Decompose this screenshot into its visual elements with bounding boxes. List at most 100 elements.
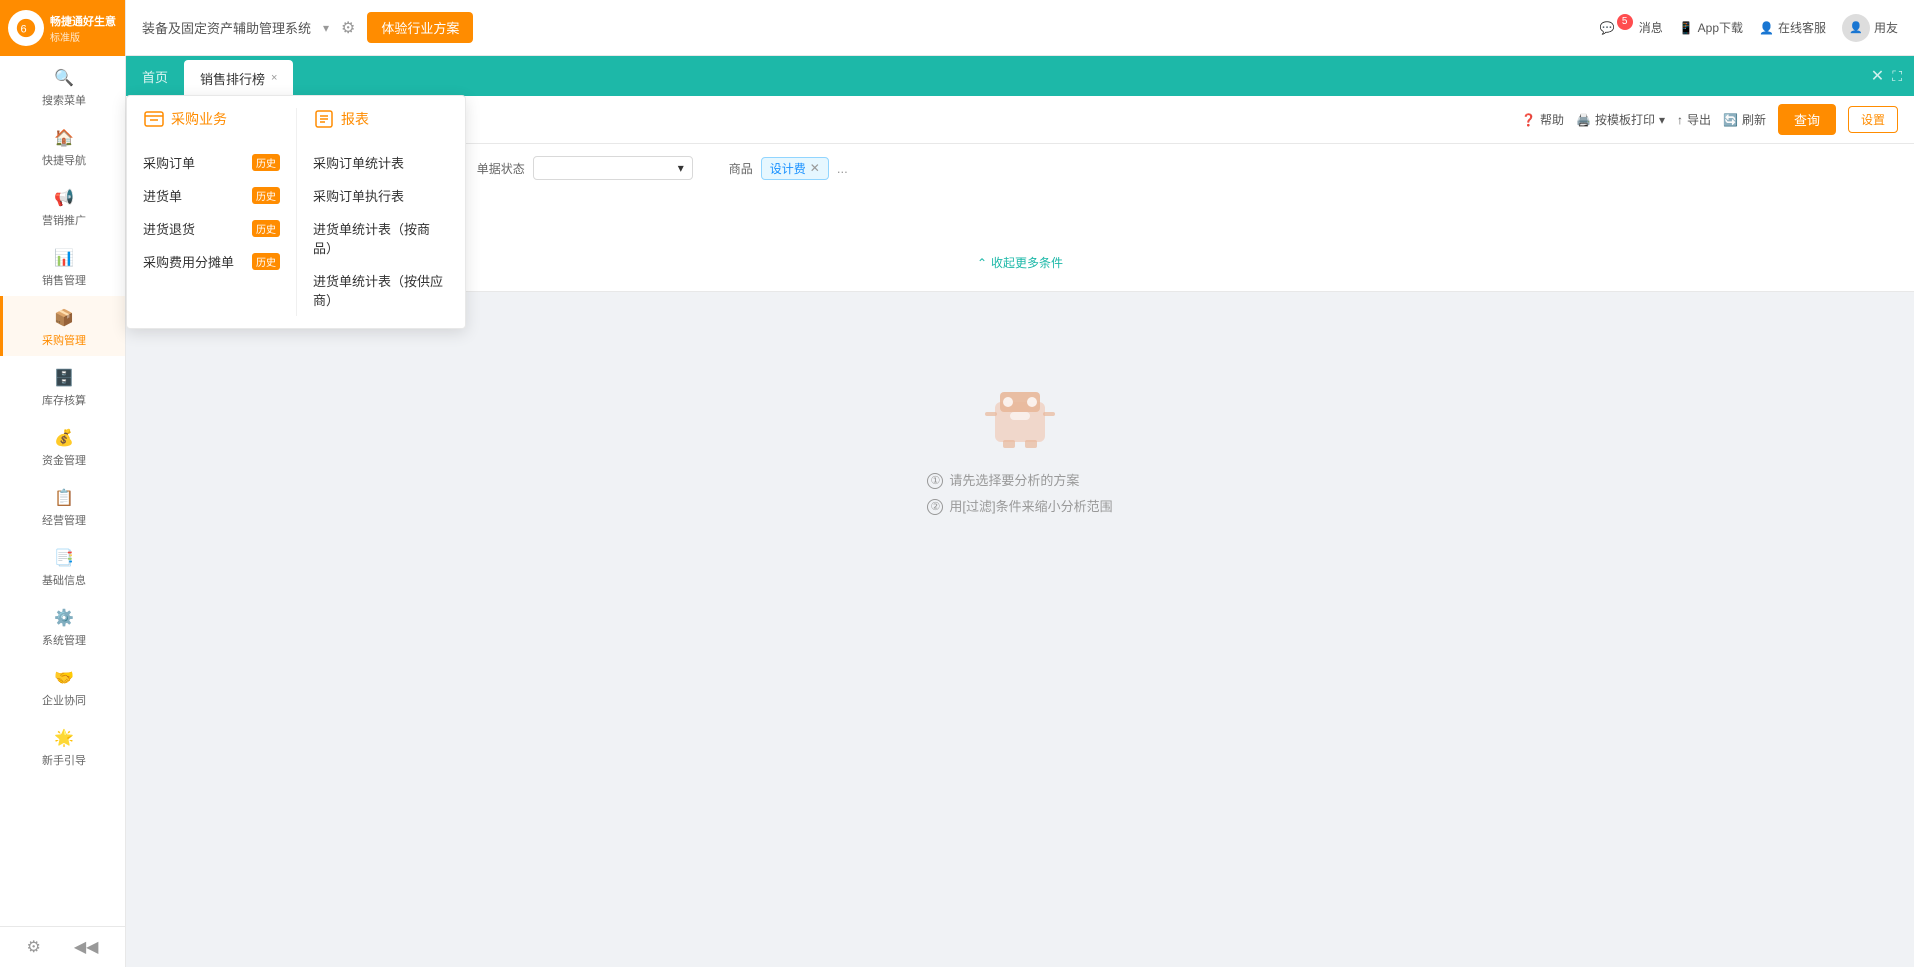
tab-expand-btn[interactable]: ⛶ (1892, 68, 1902, 85)
message-badge: 5 (1617, 14, 1633, 30)
print-dropdown-icon[interactable]: ▾ (1659, 113, 1665, 127)
export-btn[interactable]: ↑ 导出 (1677, 111, 1711, 128)
tabbar: 首页 销售排行榜 × ✕ ⛶ (126, 56, 1914, 96)
finance-icon: 💰 (54, 428, 74, 448)
collapse-icon: ⌃ (977, 256, 987, 270)
purchase-section-icon (143, 108, 165, 130)
system-dropdown-arrow[interactable]: ▾ (323, 21, 329, 35)
menu-item-purchase-return[interactable]: 进货退货 历史 (143, 212, 280, 245)
purchase-icon: 📦 (54, 308, 74, 328)
sales-icon: 📊 (54, 248, 74, 268)
purchase-section: 采购业务 采购订单 历史 进货单 历史 进货退货 历史 采购费用分摊单 历史 (127, 108, 296, 316)
collapse-sidebar-btn[interactable]: ◀◀ (74, 937, 99, 957)
report-section-header: 报表 (313, 108, 449, 136)
empty-illustration (970, 372, 1070, 452)
menu-item-receipt-stats-goods[interactable]: 进货单统计表（按商品） (313, 212, 449, 264)
doc-status-filter: 单据状态 ▾ (477, 156, 693, 180)
sidebar: 6 畅捷通好生意 标准版 🔍 搜索菜单 🏠 快捷导航 📢 营销推广 📊 (0, 0, 126, 967)
sidebar-item-enterprise[interactable]: 🤝 企业协同 (0, 656, 125, 716)
report-section-title: 报表 (341, 109, 369, 129)
purchase-dropdown-menu: 采购业务 采购订单 历史 进货单 历史 进货退货 历史 采购费用分摊单 历史 (126, 95, 466, 329)
operations-icon: 📋 (54, 488, 74, 508)
help-icon: ❓ (1521, 113, 1536, 127)
sidebar-item-purchase[interactable]: 📦 采购管理 (0, 296, 125, 356)
sidebar-item-search[interactable]: 🔍 搜索菜单 (0, 56, 125, 116)
message-icon: 💬 (1600, 21, 1615, 35)
tab-close-icon[interactable]: × (271, 72, 277, 84)
inventory-icon: 🗄️ (54, 368, 74, 388)
menu-item-purchase-order-exec[interactable]: 采购订单执行表 (313, 179, 449, 212)
online-service-btn[interactable]: 👤 在线客服 (1759, 19, 1826, 36)
query-btn[interactable]: 查询 (1778, 104, 1836, 135)
goods-label: 商品 (729, 160, 753, 177)
sidebar-footer: ⚙ ◀◀ (0, 926, 125, 967)
logo-text: 畅捷通好生意 标准版 (50, 13, 116, 44)
tab-sales-ranking[interactable]: 销售排行榜 × (184, 60, 293, 96)
sidebar-item-inventory[interactable]: 🗄️ 库存核算 (0, 356, 125, 416)
goods-tag-remove[interactable]: ✕ (810, 161, 820, 175)
empty-text: ① 请先选择要分析的方案 ② 用[过滤]条件来缩小分析范围 (927, 468, 1112, 520)
message-label: 消息 (1639, 19, 1663, 36)
print-icon: 🖨️ (1576, 113, 1591, 127)
sidebar-item-finance[interactable]: 💰 资金管理 (0, 416, 125, 476)
sidebar-nav: 🔍 搜索菜单 🏠 快捷导航 📢 营销推广 📊 销售管理 📦 采购管理 🗄️ (0, 56, 125, 926)
user-name: 用友 (1874, 19, 1898, 36)
user-menu-btn[interactable]: 👤 用友 (1842, 14, 1898, 42)
basic-info-icon: 📑 (54, 548, 74, 568)
empty-state: ① 请先选择要分析的方案 ② 用[过滤]条件来缩小分析范围 (126, 292, 1914, 600)
home-icon: 🏠 (54, 128, 74, 148)
doc-status-label: 单据状态 (477, 160, 525, 177)
guide-icon: 🌟 (54, 728, 74, 748)
dropdown-grid: 采购业务 采购订单 历史 进货单 历史 进货退货 历史 采购费用分摊单 历史 (127, 108, 465, 316)
app-download-btn[interactable]: 📱 App下载 (1679, 19, 1743, 36)
search-menu-icon: 🔍 (54, 68, 74, 88)
tab-actions: ✕ ⛶ (1871, 66, 1914, 86)
topbar: 装备及固定资产辅助管理系统 ▾ ⚙ 体验行业方案 💬 5 消息 📱 App下载 … (126, 0, 1914, 56)
report-section-icon (313, 108, 335, 130)
history-badge-2: 历史 (252, 220, 280, 237)
topbar-settings-icon[interactable]: ⚙ (341, 18, 355, 38)
print-btn[interactable]: 🖨️ 按模板打印 ▾ (1576, 111, 1665, 128)
export-icon: ↑ (1677, 113, 1683, 127)
menu-item-purchase-receipt[interactable]: 进货单 历史 (143, 179, 280, 212)
sidebar-item-operations[interactable]: 📋 经营管理 (0, 476, 125, 536)
sidebar-item-marketing[interactable]: 📢 营销推广 (0, 176, 125, 236)
purchase-section-header: 采购业务 (143, 108, 280, 136)
menu-item-receipt-stats-supplier[interactable]: 进货单统计表（按供应商） (313, 264, 449, 316)
sidebar-item-quick-nav[interactable]: 🏠 快捷导航 (0, 116, 125, 176)
enterprise-icon: 🤝 (54, 668, 74, 688)
doc-status-arrow: ▾ (678, 161, 684, 175)
topbar-right: 💬 5 消息 📱 App下载 👤 在线客服 👤 用友 (1600, 14, 1898, 42)
refresh-icon: 🔄 (1723, 113, 1738, 127)
logo-icon: 6 (8, 10, 44, 46)
settings-footer-btn[interactable]: ⚙ (27, 937, 41, 957)
industry-btn[interactable]: 体验行业方案 (367, 12, 473, 43)
marketing-icon: 📢 (54, 188, 74, 208)
settings-btn[interactable]: 设置 (1848, 106, 1898, 133)
sidebar-item-system[interactable]: ⚙️ 系统管理 (0, 596, 125, 656)
logo-area: 6 畅捷通好生意 标准版 (0, 0, 125, 56)
history-badge-3: 历史 (252, 253, 280, 270)
message-btn[interactable]: 💬 5 消息 (1600, 19, 1663, 36)
goods-dots[interactable]: ... (837, 161, 848, 176)
user-avatar: 👤 (1842, 14, 1870, 42)
system-icon: ⚙️ (54, 608, 74, 628)
history-badge-1: 历史 (252, 187, 280, 204)
help-btn[interactable]: ❓ 帮助 (1521, 111, 1564, 128)
sidebar-item-sales[interactable]: 📊 销售管理 (0, 236, 125, 296)
refresh-btn[interactable]: 🔄 刷新 (1723, 111, 1766, 128)
sidebar-item-guide[interactable]: 🌟 新手引导 (0, 716, 125, 776)
phone-icon: 📱 (1679, 21, 1694, 35)
menu-item-purchase-expense[interactable]: 采购费用分摊单 历史 (143, 245, 280, 278)
history-badge-0: 历史 (252, 154, 280, 171)
goods-filter: 商品 设计费 ✕ ... (729, 157, 929, 180)
sidebar-item-basic-info[interactable]: 📑 基础信息 (0, 536, 125, 596)
system-name: 装备及固定资产辅助管理系统 (142, 18, 311, 37)
tab-home[interactable]: 首页 (126, 56, 184, 96)
menu-item-purchase-order[interactable]: 采购订单 历史 (143, 146, 280, 179)
service-icon: 👤 (1759, 21, 1774, 35)
menu-item-purchase-order-stats[interactable]: 采购订单统计表 (313, 146, 449, 179)
doc-status-select[interactable]: ▾ (533, 156, 693, 180)
purchase-section-title: 采购业务 (171, 109, 227, 129)
tab-close-btn[interactable]: ✕ (1871, 66, 1884, 86)
